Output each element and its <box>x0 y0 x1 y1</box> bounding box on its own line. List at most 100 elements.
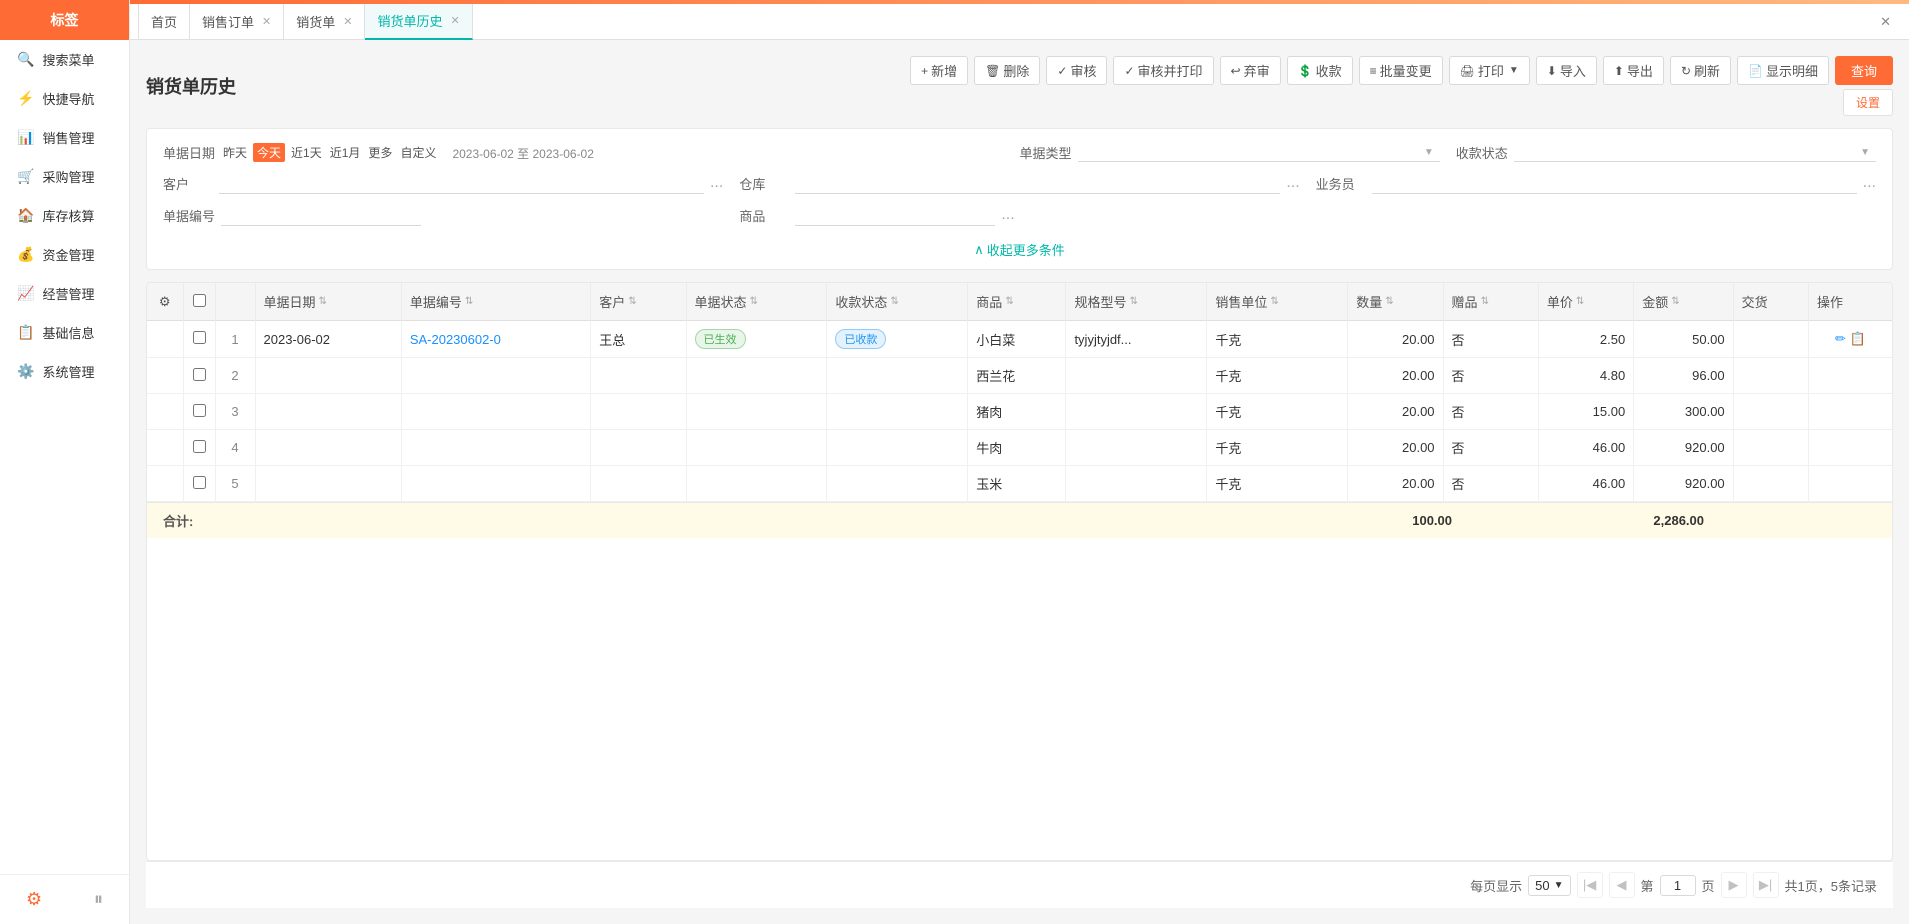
sort-product-icon: ⇅ <box>1005 296 1013 307</box>
filter-row-1: 单据日期 昨天 今天 近1天 近1月 更多 自定义 2023-06-02 至 2… <box>163 143 1876 162</box>
query-button[interactable]: 查询 <box>1835 56 1893 85</box>
td-actions-2[interactable] <box>1809 394 1892 430</box>
td-actions-0[interactable]: ✏📋 <box>1809 321 1892 358</box>
customer-col-label: 客户 <box>599 292 625 311</box>
sidebar-item-purchase-mgmt[interactable]: 🛒 采购管理 <box>0 157 129 196</box>
export-button[interactable]: ⬆ 导出 <box>1603 56 1664 85</box>
td-checkbox-0[interactable] <box>183 321 215 358</box>
product-input[interactable] <box>795 204 995 226</box>
tab-sales-history[interactable]: 销货单历史 ✕ <box>365 4 472 40</box>
collapse-label: 收起更多条件 <box>987 240 1065 259</box>
customer-input[interactable] <box>219 172 704 194</box>
prev-page-btn[interactable]: ◀ <box>1609 872 1635 898</box>
window-close-btn[interactable]: ✕ <box>1870 14 1901 30</box>
new-button[interactable]: + 新增 <box>910 56 968 85</box>
doc-type-select[interactable]: ▼ <box>1078 144 1440 162</box>
sort-spec-icon: ⇅ <box>1129 296 1137 307</box>
td-gift-3: 否 <box>1443 430 1538 466</box>
sidebar-bottom-icon1[interactable]: ⚙ <box>26 889 42 910</box>
th-spec[interactable]: 规格型号⇅ <box>1066 283 1207 321</box>
sidebar-bottom-icon2[interactable]: ⏸ <box>94 889 103 910</box>
collapse-button[interactable]: ∧ 收起更多条件 <box>974 240 1065 259</box>
last30-shortcut[interactable]: 近1月 <box>328 143 363 162</box>
th-quantity[interactable]: 数量⇅ <box>1348 283 1443 321</box>
custom-shortcut[interactable]: 自定义 <box>398 143 438 162</box>
sidebar-item-basic-info[interactable]: 📋 基础信息 <box>0 313 129 352</box>
next-page-btn[interactable]: ▶ <box>1721 872 1747 898</box>
last7-shortcut[interactable]: 近1天 <box>289 143 324 162</box>
th-amount[interactable]: 金额⇅ <box>1634 283 1733 321</box>
abandon-button[interactable]: ↩ 弃审 <box>1220 56 1281 85</box>
td-actions-1[interactable] <box>1809 358 1892 394</box>
th-checkbox[interactable] <box>183 283 215 321</box>
first-page-btn[interactable]: |◀ <box>1577 872 1603 898</box>
td-doc-number-0[interactable]: SA-20230602-0 <box>401 321 590 358</box>
audit-print-button[interactable]: ✓ 审核并打印 <box>1113 56 1213 85</box>
more-shortcut[interactable]: 更多 <box>366 143 394 162</box>
close-sales-delivery-icon[interactable]: ✕ <box>343 15 352 28</box>
product-label: 商品 <box>739 206 789 225</box>
refresh-button-label: 刷新 <box>1694 61 1720 80</box>
th-doc-date[interactable]: 单据日期⇅ <box>255 283 401 321</box>
th-unit[interactable]: 销售单位⇅ <box>1207 283 1348 321</box>
sort-payment-status-icon: ⇅ <box>890 296 898 307</box>
last-page-btn[interactable]: ▶| <box>1753 872 1779 898</box>
td-actions-4[interactable] <box>1809 466 1892 502</box>
salesperson-input[interactable] <box>1372 172 1857 194</box>
sidebar-item-finance[interactable]: 💰 资金管理 <box>0 235 129 274</box>
th-gift[interactable]: 赠品⇅ <box>1443 283 1538 321</box>
salesperson-picker-icon[interactable]: ... <box>1863 174 1876 192</box>
sidebar-item-quick-nav[interactable]: ⚡ 快捷导航 <box>0 79 129 118</box>
th-doc-number[interactable]: 单据编号⇅ <box>401 283 590 321</box>
select-all-checkbox[interactable] <box>193 294 206 307</box>
new-button-label: 新增 <box>931 61 957 80</box>
customer-picker-icon[interactable]: ... <box>710 174 723 192</box>
collect-button[interactable]: 💲 收款 <box>1287 56 1353 85</box>
td-checkbox-3[interactable] <box>183 430 215 466</box>
close-sales-history-icon[interactable]: ✕ <box>451 14 460 27</box>
today-shortcut[interactable]: 今天 <box>253 143 285 162</box>
td-checkbox-2[interactable] <box>183 394 215 430</box>
page-size-select[interactable]: 50 ▼ <box>1528 875 1570 896</box>
close-sales-order-icon[interactable]: ✕ <box>262 15 271 28</box>
sidebar-item-inventory[interactable]: 🏠 库存核算 <box>0 196 129 235</box>
th-customer[interactable]: 客户⇅ <box>591 283 686 321</box>
current-page-input[interactable] <box>1660 875 1696 896</box>
import-button[interactable]: ⬇ 导入 <box>1536 56 1597 85</box>
doc-number-input[interactable] <box>221 204 421 226</box>
warehouse-picker-icon[interactable]: ... <box>1286 174 1299 192</box>
batch-change-button[interactable]: ≡ 批量变更 <box>1359 56 1443 85</box>
sidebar-item-ops[interactable]: 📈 经营管理 <box>0 274 129 313</box>
td-doc-number-3[interactable] <box>401 430 590 466</box>
payment-status-select[interactable]: ▼ <box>1514 144 1876 162</box>
sidebar-item-search-menu[interactable]: 🔍 搜索菜单 <box>0 40 129 79</box>
td-actions-3[interactable] <box>1809 430 1892 466</box>
td-checkbox-4[interactable] <box>183 466 215 502</box>
collect-button-label: 收款 <box>1316 61 1342 80</box>
refresh-button[interactable]: ↻ 刷新 <box>1670 56 1731 85</box>
td-doc-number-4[interactable] <box>401 466 590 502</box>
th-payment-status[interactable]: 收款状态⇅ <box>827 283 968 321</box>
tab-sales-order[interactable]: 销售订单 ✕ <box>190 4 284 40</box>
audit-button[interactable]: ✓ 审核 <box>1046 56 1107 85</box>
td-doc-number-2[interactable] <box>401 394 590 430</box>
th-unit-price[interactable]: 单价⇅ <box>1538 283 1633 321</box>
delete-button[interactable]: 🗑 删除 <box>974 56 1040 85</box>
product-picker-icon[interactable]: ... <box>1001 206 1014 224</box>
tab-sales-delivery[interactable]: 销货单 ✕ <box>284 4 365 40</box>
settings-button[interactable]: 设置 <box>1843 89 1893 116</box>
print-button[interactable]: 🖨 打印 ▼ <box>1449 56 1530 85</box>
td-num-4: 5 <box>215 466 255 502</box>
sidebar-item-sales-mgmt[interactable]: 📊 销售管理 <box>0 118 129 157</box>
th-doc-status[interactable]: 单据状态⇅ <box>686 283 827 321</box>
th-settings[interactable]: ⚙ <box>147 283 183 321</box>
th-product[interactable]: 商品⇅ <box>968 283 1066 321</box>
td-checkbox-1[interactable] <box>183 358 215 394</box>
yesterday-shortcut[interactable]: 昨天 <box>221 143 249 162</box>
show-detail-button[interactable]: 📄 显示明细 <box>1737 56 1829 85</box>
tab-home[interactable]: 首页 <box>138 4 190 40</box>
sidebar-item-sys-mgmt[interactable]: ⚙️ 系统管理 <box>0 352 129 391</box>
td-doc-date-4 <box>255 466 401 502</box>
td-doc-number-1[interactable] <box>401 358 590 394</box>
warehouse-input[interactable] <box>795 172 1280 194</box>
